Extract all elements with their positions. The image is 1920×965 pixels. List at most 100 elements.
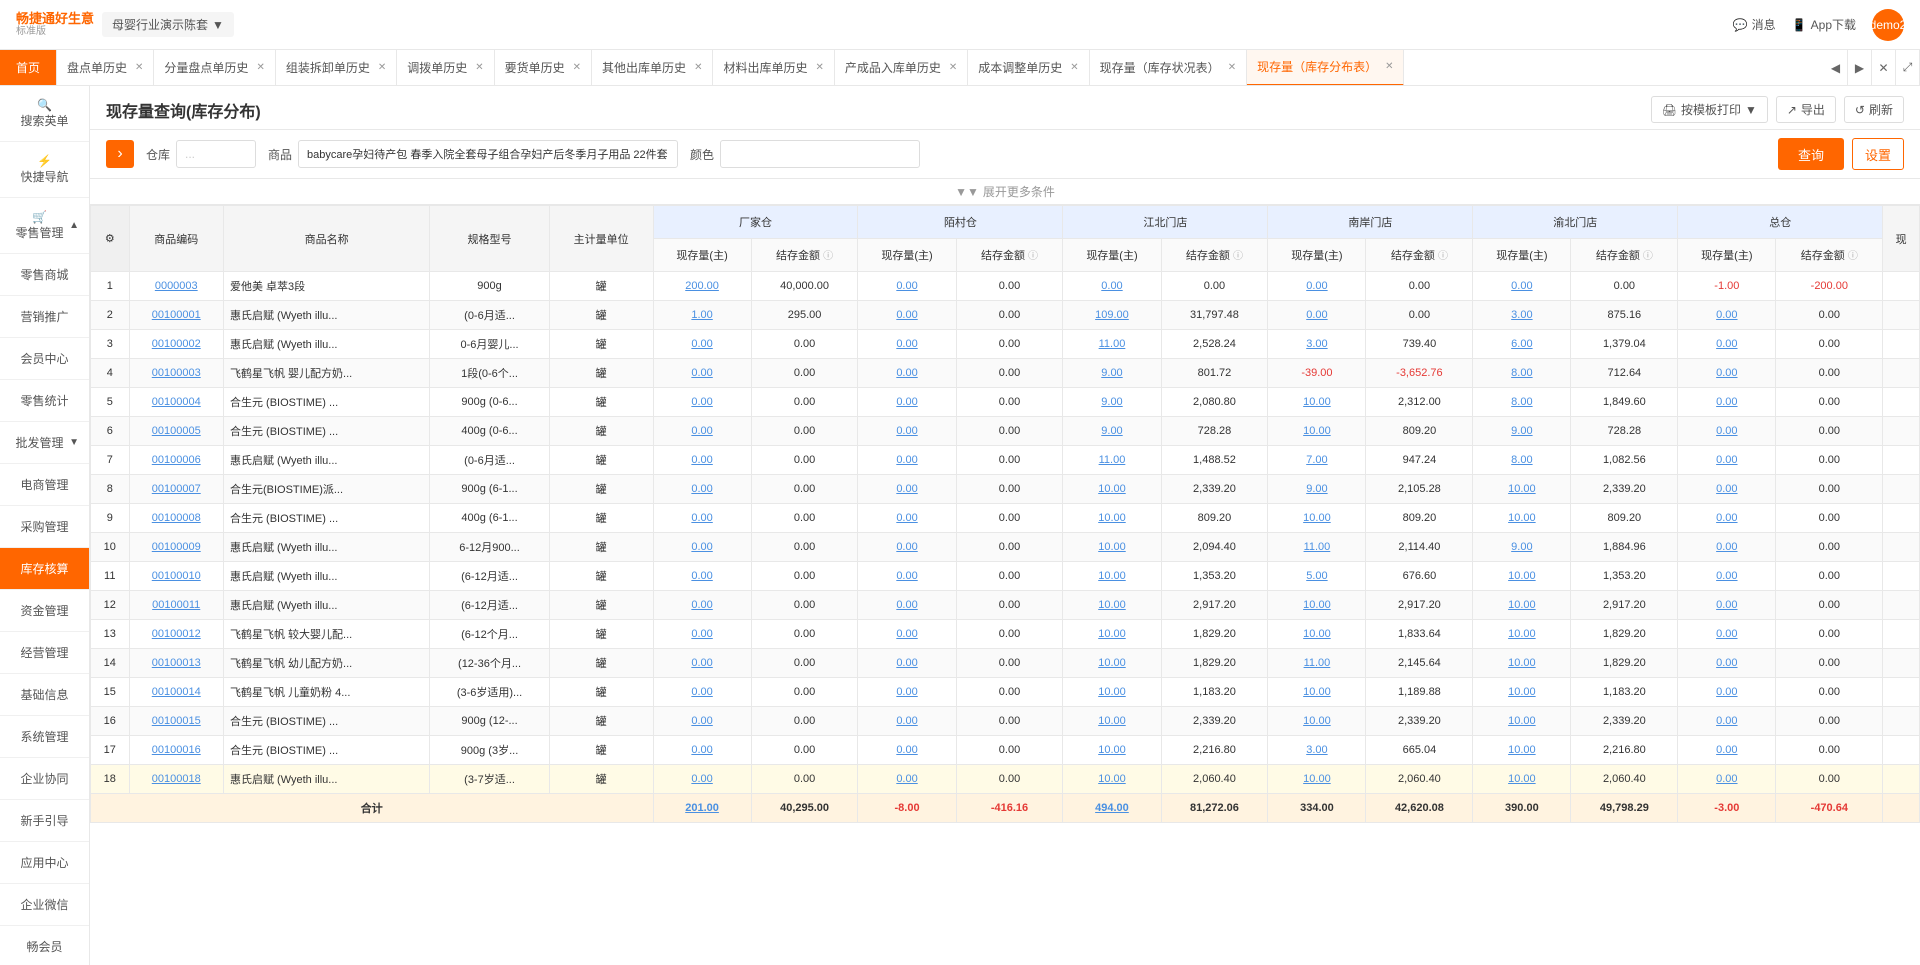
row-name[interactable]: 合生元 (BIOSTIME) ...: [223, 707, 429, 736]
row-code[interactable]: 00100013: [129, 649, 223, 678]
row-mc-qty[interactable]: 0.00: [858, 765, 956, 794]
tab-close-sub-inventory-check[interactable]: ✕: [256, 62, 264, 73]
row-jb-qty[interactable]: 10.00: [1063, 678, 1161, 707]
row-name[interactable]: 飞鹤星飞帆 较大婴儿配...: [223, 620, 429, 649]
row-na-qty[interactable]: 10.00: [1268, 504, 1366, 533]
nav-prev-btn[interactable]: ◀: [1824, 50, 1848, 86]
row-code[interactable]: 00100009: [129, 533, 223, 562]
row-zc-qty[interactable]: 0.00: [1678, 446, 1776, 475]
row-zc-qty[interactable]: 0.00: [1678, 330, 1776, 359]
row-na-qty[interactable]: 7.00: [1268, 446, 1366, 475]
row-zc-qty[interactable]: 0.00: [1678, 475, 1776, 504]
row-name[interactable]: 惠氏启赋 (Wyeth illu...: [223, 330, 429, 359]
row-fc-qty[interactable]: 0.00: [653, 649, 751, 678]
sidebar-item-purchase[interactable]: 采购管理: [0, 506, 89, 548]
product-input[interactable]: [298, 140, 678, 168]
row-mc-qty[interactable]: 0.00: [858, 388, 956, 417]
row-fc-qty[interactable]: 0.00: [653, 504, 751, 533]
tab-transfer[interactable]: 调拨单历史 ✕: [397, 50, 494, 86]
sidebar-item-retail-mgmt[interactable]: 🛒 零售管理 ▲: [0, 198, 89, 254]
row-mc-qty[interactable]: 0.00: [858, 272, 956, 301]
row-yb-qty[interactable]: 10.00: [1473, 620, 1571, 649]
total-mc-qty[interactable]: -8.00: [858, 794, 956, 823]
row-na-qty[interactable]: 0.00: [1268, 301, 1366, 330]
row-zc-qty[interactable]: 0.00: [1678, 591, 1776, 620]
row-zc-qty[interactable]: 0.00: [1678, 359, 1776, 388]
row-code[interactable]: 00100003: [129, 359, 223, 388]
row-zc-qty[interactable]: 0.00: [1678, 533, 1776, 562]
row-code[interactable]: 00100002: [129, 330, 223, 359]
row-zc-qty[interactable]: 0.00: [1678, 301, 1776, 330]
row-name[interactable]: 惠氏启赋 (Wyeth illu...: [223, 591, 429, 620]
sidebar-item-basic[interactable]: 基础信息: [0, 674, 89, 716]
row-zc-qty[interactable]: 0.00: [1678, 707, 1776, 736]
row-na-qty[interactable]: 10.00: [1268, 388, 1366, 417]
row-code[interactable]: 00100004: [129, 388, 223, 417]
row-na-qty[interactable]: 3.00: [1268, 736, 1366, 765]
row-yb-qty[interactable]: 10.00: [1473, 736, 1571, 765]
row-code[interactable]: 00100011: [129, 591, 223, 620]
row-na-qty[interactable]: 10.00: [1268, 765, 1366, 794]
row-na-qty[interactable]: -39.00: [1268, 359, 1366, 388]
tab-assembly[interactable]: 组装拆卸单历史 ✕: [276, 50, 397, 86]
row-zc-qty[interactable]: 0.00: [1678, 417, 1776, 446]
row-jb-qty[interactable]: 9.00: [1063, 388, 1161, 417]
row-fc-qty[interactable]: 0.00: [653, 765, 751, 794]
row-jb-qty[interactable]: 10.00: [1063, 475, 1161, 504]
user-avatar[interactable]: demo2: [1872, 9, 1904, 41]
sidebar-item-inventory[interactable]: 库存核算: [0, 548, 89, 590]
row-na-qty[interactable]: 10.00: [1268, 707, 1366, 736]
row-fc-qty[interactable]: 0.00: [653, 678, 751, 707]
row-code[interactable]: 00100005: [129, 417, 223, 446]
total-fc-qty[interactable]: 201.00: [653, 794, 751, 823]
row-fc-qty[interactable]: 0.00: [653, 736, 751, 765]
row-mc-qty[interactable]: 0.00: [858, 707, 956, 736]
total-zc-qty[interactable]: -3.00: [1678, 794, 1776, 823]
row-na-qty[interactable]: 0.00: [1268, 272, 1366, 301]
print-btn[interactable]: 🖨 按模板打印 ▼: [1651, 96, 1768, 123]
row-name[interactable]: 惠氏启赋 (Wyeth illu...: [223, 562, 429, 591]
row-mc-qty[interactable]: 0.00: [858, 446, 956, 475]
row-yb-qty[interactable]: 10.00: [1473, 475, 1571, 504]
row-yb-qty[interactable]: 9.00: [1473, 417, 1571, 446]
row-fc-qty[interactable]: 0.00: [653, 620, 751, 649]
row-jb-qty[interactable]: 109.00: [1063, 301, 1161, 330]
sidebar-item-retail-shop[interactable]: 零售商城: [0, 254, 89, 296]
row-yb-qty[interactable]: 10.00: [1473, 678, 1571, 707]
row-fc-qty[interactable]: 0.00: [653, 562, 751, 591]
tab-close-transfer[interactable]: ✕: [475, 62, 483, 73]
tab-stock-dist[interactable]: 现存量（库存分布表） ✕: [1247, 50, 1404, 86]
row-zc-qty[interactable]: 0.00: [1678, 649, 1776, 678]
row-name[interactable]: 惠氏启赋 (Wyeth illu...: [223, 533, 429, 562]
row-code[interactable]: 00100014: [129, 678, 223, 707]
nav-next-btn[interactable]: ▶: [1848, 50, 1872, 86]
row-mc-qty[interactable]: 0.00: [858, 330, 956, 359]
row-zc-qty[interactable]: -1.00: [1678, 272, 1776, 301]
row-fc-qty[interactable]: 200.00: [653, 272, 751, 301]
row-mc-qty[interactable]: 0.00: [858, 475, 956, 504]
row-name[interactable]: 合生元(BIOSTIME)派...: [223, 475, 429, 504]
row-name[interactable]: 合生元 (BIOSTIME) ...: [223, 388, 429, 417]
row-mc-qty[interactable]: 0.00: [858, 649, 956, 678]
row-na-qty[interactable]: 10.00: [1268, 620, 1366, 649]
row-yb-qty[interactable]: 3.00: [1473, 301, 1571, 330]
row-yb-qty[interactable]: 10.00: [1473, 562, 1571, 591]
tab-close-stock-dist[interactable]: ✕: [1385, 61, 1393, 72]
tab-close-other-out[interactable]: ✕: [694, 62, 702, 73]
total-jb-qty[interactable]: 494.00: [1063, 794, 1161, 823]
row-yb-qty[interactable]: 8.00: [1473, 388, 1571, 417]
tab-close-assembly[interactable]: ✕: [378, 62, 386, 73]
row-jb-qty[interactable]: 10.00: [1063, 649, 1161, 678]
row-na-qty[interactable]: 10.00: [1268, 591, 1366, 620]
tab-close-cost-adjust[interactable]: ✕: [1070, 62, 1078, 73]
row-jb-qty[interactable]: 11.00: [1063, 446, 1161, 475]
row-code[interactable]: 00100006: [129, 446, 223, 475]
row-na-qty[interactable]: 11.00: [1268, 649, 1366, 678]
row-code[interactable]: 00100010: [129, 562, 223, 591]
row-jb-qty[interactable]: 10.00: [1063, 504, 1161, 533]
row-zc-qty[interactable]: 0.00: [1678, 678, 1776, 707]
row-jb-qty[interactable]: 10.00: [1063, 562, 1161, 591]
row-fc-qty[interactable]: 0.00: [653, 417, 751, 446]
settings-col-header[interactable]: ⚙: [91, 206, 130, 272]
row-fc-qty[interactable]: 0.00: [653, 359, 751, 388]
